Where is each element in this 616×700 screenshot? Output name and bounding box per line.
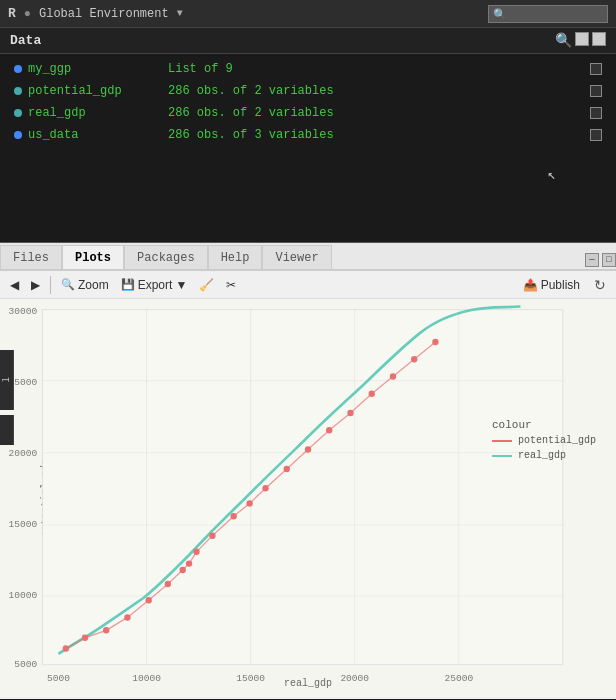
svg-text:20000: 20000 <box>340 673 369 684</box>
export-icon: 💾 <box>121 278 135 291</box>
legend-item-real: real_gdp <box>492 450 596 461</box>
broom-button[interactable]: 🧹 <box>195 276 218 294</box>
zoom-label: Zoom <box>78 278 109 292</box>
svg-text:5000: 5000 <box>47 673 70 684</box>
tab-viewer[interactable]: Viewer <box>262 245 331 269</box>
tab-files[interactable]: Files <box>0 245 62 269</box>
export-dropdown-icon: ▼ <box>175 278 187 292</box>
svg-text:5000: 5000 <box>14 659 37 670</box>
env-content: my_ggp List of 9 potential_gdp 286 obs. … <box>0 54 616 230</box>
list-item[interactable]: real_gdp 286 obs. of 2 variables <box>0 102 616 124</box>
panel-window-controls: — □ <box>585 253 616 269</box>
list-item[interactable]: my_ggp List of 9 <box>0 58 616 80</box>
zoom-icon: 🔍 <box>61 278 75 291</box>
svg-text:10000: 10000 <box>9 590 38 601</box>
list-item[interactable]: us_data 286 obs. of 3 variables <box>0 124 616 146</box>
legend-title: colour <box>492 419 596 431</box>
svg-text:15000: 15000 <box>9 519 38 530</box>
r-icon: ● <box>24 7 31 21</box>
svg-text:30000: 30000 <box>9 306 38 317</box>
env-dropdown-icon[interactable]: ▼ <box>177 8 183 19</box>
legend-label-potential: potential_gdp <box>518 435 596 446</box>
publish-label: Publish <box>541 278 580 292</box>
environment-panel: Data 🔍 my_ggp List of 9 potential_gdp 28… <box>0 28 616 243</box>
zoom-button[interactable]: 🔍 Zoom <box>57 276 113 294</box>
svg-text:10000: 10000 <box>132 673 161 684</box>
export-label: Export <box>138 278 173 292</box>
back-button[interactable]: ◀ <box>6 276 23 294</box>
svg-text:25000: 25000 <box>444 673 473 684</box>
list-item[interactable]: potential_gdp 286 obs. of 2 variables <box>0 80 616 102</box>
var-dot <box>14 131 22 139</box>
publish-icon: 📤 <box>523 278 538 292</box>
svg-rect-0 <box>42 310 562 665</box>
left-panel-tab2[interactable] <box>0 415 14 445</box>
var-name: potential_gdp <box>28 84 168 98</box>
var-info: List of 9 <box>168 62 233 76</box>
var-info: 286 obs. of 2 variables <box>168 84 334 98</box>
var-checkbox[interactable] <box>590 85 602 97</box>
publish-button[interactable]: 📤 Publish <box>517 276 586 294</box>
legend-item-potential: potential_gdp <box>492 435 596 446</box>
panel-minimize-btn[interactable]: — <box>585 253 599 267</box>
var-dot <box>14 65 22 73</box>
cursor-pointer-icon: ↖ <box>548 166 556 183</box>
refresh-icon: ↻ <box>594 277 606 293</box>
tab-packages[interactable]: Packages <box>124 245 208 269</box>
legend-line-teal <box>492 455 512 457</box>
scissors-icon: ✂ <box>226 278 236 292</box>
left-panel-tab[interactable]: l <box>0 350 14 410</box>
svg-text:15000: 15000 <box>236 673 265 684</box>
global-env-label[interactable]: Global Environment <box>39 7 169 21</box>
forward-icon: ▶ <box>31 278 40 292</box>
search-env-icon[interactable]: 🔍 <box>555 32 572 49</box>
top-bar: R ● Global Environment ▼ <box>0 0 616 28</box>
var-info: 286 obs. of 3 variables <box>168 128 334 142</box>
legend-label-real: real_gdp <box>518 450 566 461</box>
var-name: us_data <box>28 128 168 142</box>
export-button[interactable]: 💾 Export ▼ <box>117 276 192 294</box>
env-minimize-btn[interactable] <box>575 32 589 46</box>
var-info: 286 obs. of 2 variables <box>168 106 334 120</box>
var-dot <box>14 87 22 95</box>
var-name: real_gdp <box>28 106 168 120</box>
var-name: my_ggp <box>28 62 168 76</box>
panel-maximize-btn[interactable]: □ <box>602 253 616 267</box>
tab-plots[interactable]: Plots <box>62 245 124 269</box>
r-indicator: R <box>8 6 16 21</box>
global-search-input[interactable] <box>488 5 608 23</box>
legend-line-red <box>492 440 512 442</box>
broom-icon: 🧹 <box>199 278 214 292</box>
left-tab-label: l <box>2 377 12 382</box>
var-checkbox[interactable] <box>590 63 602 75</box>
var-dot <box>14 109 22 117</box>
data-section-header: Data 🔍 <box>0 28 616 54</box>
tab-help[interactable]: Help <box>208 245 263 269</box>
var-checkbox[interactable] <box>590 107 602 119</box>
x-axis-label: real_gdp <box>284 678 332 689</box>
var-checkbox[interactable] <box>590 129 602 141</box>
toolbar-separator <box>50 276 51 294</box>
forward-button[interactable]: ▶ <box>27 276 44 294</box>
plots-panel: Files Plots Packages Help Viewer — □ ◀ ▶… <box>0 243 616 699</box>
plots-tabs-bar: Files Plots Packages Help Viewer — □ <box>0 243 616 271</box>
refresh-button[interactable]: ↻ <box>590 275 610 295</box>
back-icon: ◀ <box>10 278 19 292</box>
chart-area: potential_gdp <box>0 299 616 697</box>
plots-toolbar: ◀ ▶ 🔍 Zoom 💾 Export ▼ 🧹 ✂ 📤 Publish ↻ <box>0 271 616 299</box>
env-maximize-btn[interactable] <box>592 32 606 46</box>
svg-text:20000: 20000 <box>9 448 38 459</box>
data-section-label: Data <box>10 33 41 48</box>
chart-legend: colour potential_gdp real_gdp <box>492 419 596 465</box>
chart-svg: 5000 10000 15000 20000 25000 5000 10000 … <box>0 299 616 697</box>
scissors-button[interactable]: ✂ <box>222 276 240 294</box>
